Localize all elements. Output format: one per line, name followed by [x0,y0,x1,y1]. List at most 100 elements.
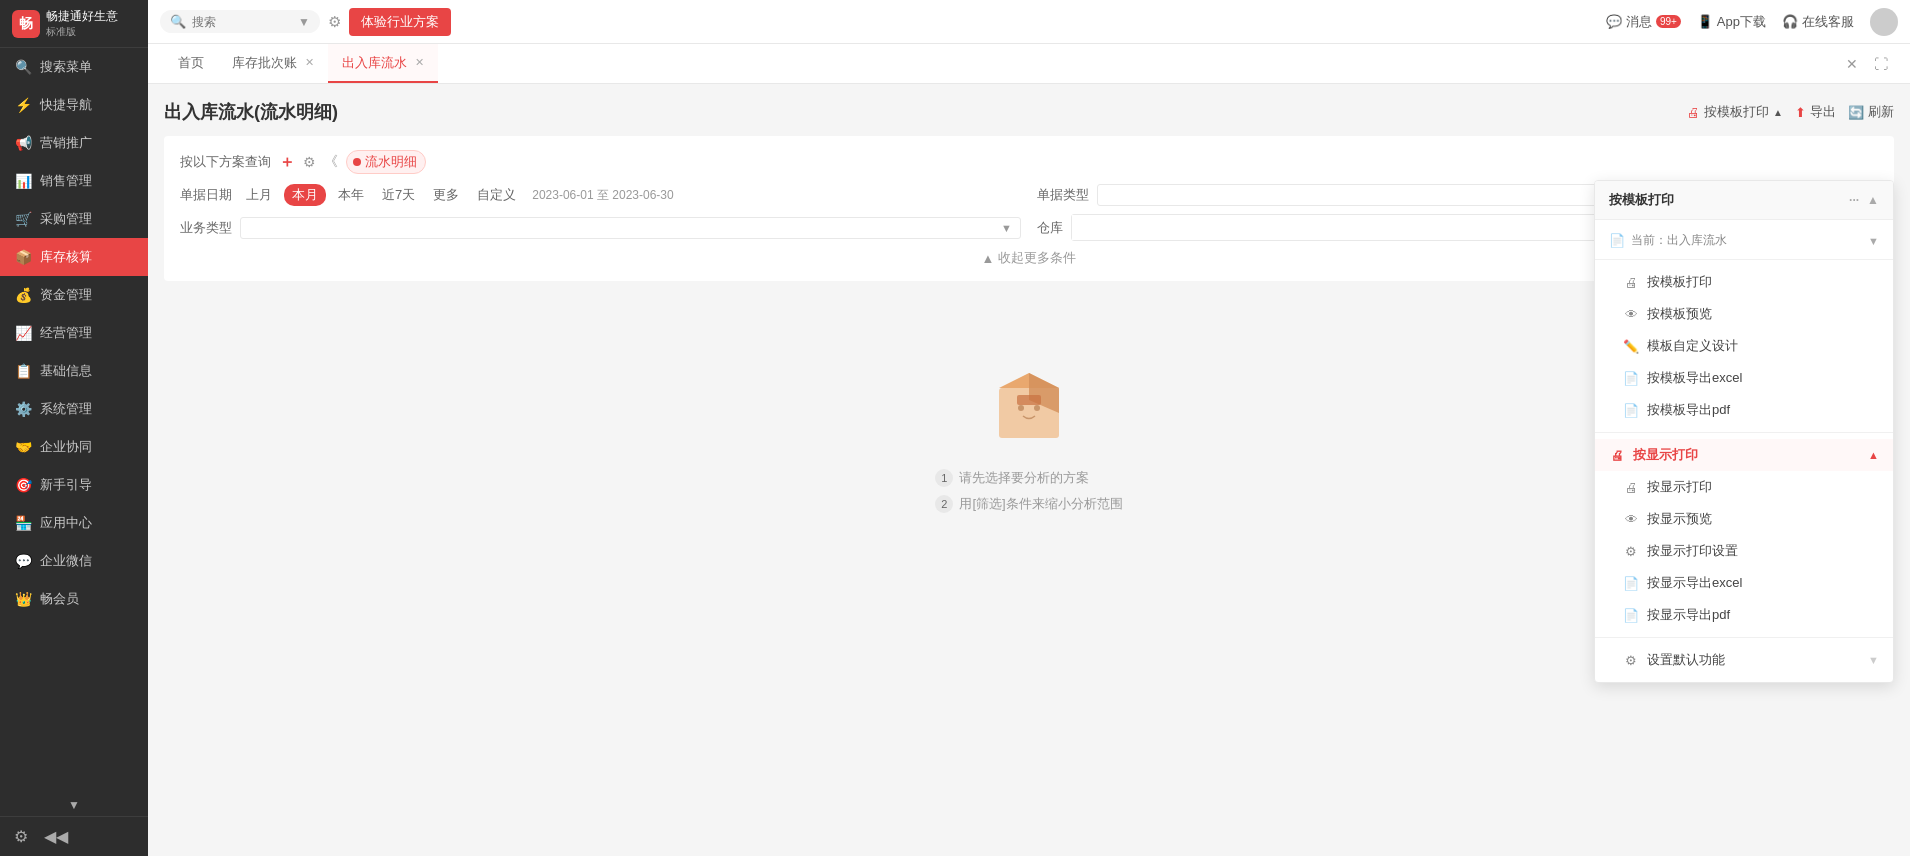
scroll-down-arrow[interactable]: ▼ [68,798,80,812]
sidebar-item-search[interactable]: 🔍 搜索菜单 [0,48,148,86]
tab-expand-icon[interactable]: ⛶ [1868,52,1894,76]
dropdown-more-icon[interactable]: ··· [1849,193,1859,207]
sidebar-item-inventory[interactable]: 📦 库存核算 [0,238,148,276]
filter-businesstype-label: 业务类型 [180,219,232,237]
dp-item-display-settings[interactable]: ⚙ 按显示打印设置 [1595,535,1893,567]
dp-item-set-default[interactable]: ⚙ 设置默认功能 ▼ [1595,644,1893,676]
svg-point-4 [1018,405,1024,411]
display-excel-icon: 📄 [1623,576,1639,591]
logo-text: 畅捷通好生意 标准版 [46,9,118,38]
topbar-search-input[interactable] [192,15,292,29]
tab-close-all-icon[interactable]: ✕ [1840,52,1864,76]
dp-item-display-print[interactable]: 🖨 按显示打印 [1595,471,1893,503]
print-label: 按模板打印 [1704,103,1769,121]
topbar-right: 💬 消息 99+ 📱 App下载 🎧 在线客服 [1606,8,1898,36]
print-button[interactable]: 🖨 按模板打印 ▲ [1687,103,1783,121]
tab-flow-close[interactable]: ✕ [415,56,424,69]
sidebar-item-wechat[interactable]: 💬 企业微信 [0,542,148,580]
sidebar-item-member[interactable]: 👑 畅会员 [0,580,148,618]
sidebar-item-marketing[interactable]: 📢 营销推广 [0,124,148,162]
messages-label: 消息 [1626,13,1652,31]
empty-icon [979,353,1079,453]
sidebar-label-inventory: 库存核算 [40,248,92,266]
filter-date-range: 2023-06-01 至 2023-06-30 [532,187,673,204]
dropdown-header-icons: ··· ▲ [1849,193,1879,207]
trial-button[interactable]: 体验行业方案 [349,8,451,36]
template-design-icon: ✏️ [1623,339,1639,354]
sidebar-item-operation[interactable]: 📈 经营管理 [0,314,148,352]
online-service-button[interactable]: 🎧 在线客服 [1782,13,1854,31]
display-print-icon: 🖨 [1623,480,1639,495]
dp-item-display-preview-label: 按显示预览 [1647,510,1879,528]
sidebar-item-basic[interactable]: 📋 基础信息 [0,352,148,390]
sidebar-label-quicknav: 快捷导航 [40,96,92,114]
tab-flow[interactable]: 出入库流水 ✕ [328,44,438,83]
messages-badge: 99+ [1656,15,1681,28]
filter-settings-icon[interactable]: ⚙ [303,154,316,170]
current-template-arrow[interactable]: ▼ [1868,235,1879,247]
dp-item-template-pdf[interactable]: 📄 按模板导出pdf [1595,394,1893,426]
filter-add-button[interactable]: ＋ [279,152,295,173]
tab-home[interactable]: 首页 [164,44,218,83]
tabs-bar: 首页 库存批次账 ✕ 出入库流水 ✕ ✕ ⛶ [148,44,1910,84]
dp-item-template-excel[interactable]: 📄 按模板导出excel [1595,362,1893,394]
filter-businesstype-select[interactable]: ▼ [240,217,1021,239]
collapse-btn-label: 收起更多条件 [998,249,1076,267]
settings-bottom-icon[interactable]: ⚙ [14,827,28,846]
sidebar-label-member: 畅会员 [40,590,79,608]
search-icon: 🔍 [14,58,32,76]
refresh-label: 刷新 [1868,103,1894,121]
date-opt-lastmonth[interactable]: 上月 [240,184,278,206]
topbar-gear-icon[interactable]: ⚙ [328,13,341,31]
dp-item-template-preview-label: 按模板预览 [1647,305,1879,323]
dp-item-display-excel[interactable]: 📄 按显示导出excel [1595,567,1893,599]
tab-home-label: 首页 [178,54,204,72]
dp-item-template-preview[interactable]: 👁 按模板预览 [1595,298,1893,330]
collapse-sidebar-icon[interactable]: ◀◀ [44,827,68,846]
dropdown-chevron-up-icon[interactable]: ▲ [1867,193,1879,207]
app-download-label: App下载 [1717,13,1766,31]
sidebar-item-newbie[interactable]: 🎯 新手引导 [0,466,148,504]
topbar-search-icon: 🔍 [170,14,186,29]
sidebar-item-purchase[interactable]: 🛒 采购管理 [0,200,148,238]
logo-icon: 畅 [12,10,40,38]
sidebar-item-coop[interactable]: 🤝 企业协同 [0,428,148,466]
template-icon: 📄 [1609,233,1625,248]
export-button[interactable]: ⬆ 导出 [1795,103,1836,121]
sidebar-label-sales: 销售管理 [40,172,92,190]
dp-item-template-excel-label: 按模板导出excel [1647,369,1879,387]
filter-businesstype-arrow: ▼ [1001,222,1012,234]
date-opt-thismonth[interactable]: 本月 [284,184,326,206]
marketing-icon: 📢 [14,134,32,152]
dp-item-template-design[interactable]: ✏️ 模板自定义设计 [1595,330,1893,362]
date-opt-7days[interactable]: 近7天 [376,184,421,206]
sidebar-item-quicknav[interactable]: ⚡ 快捷导航 [0,86,148,124]
filter-collapse-icon[interactable]: 《 [324,153,338,171]
date-opt-thisyear[interactable]: 本年 [332,184,370,206]
sidebar-item-sales[interactable]: 📊 销售管理 [0,162,148,200]
dp-item-display-pdf[interactable]: 📄 按显示导出pdf [1595,599,1893,631]
app-download-button[interactable]: 📱 App下载 [1697,13,1766,31]
date-opt-custom[interactable]: 自定义 [471,184,522,206]
filter-active-tag[interactable]: 流水明细 [346,150,426,174]
dp-display-group-header[interactable]: 🖨 按显示打印 ▲ [1595,439,1893,471]
tab-flow-label: 出入库流水 [342,54,407,72]
dp-item-template-print[interactable]: 🖨 按模板打印 [1595,266,1893,298]
sidebar-item-appstore[interactable]: 🏪 应用中心 [0,504,148,542]
filter-warehouse-label: 仓库 [1037,219,1063,237]
user-avatar[interactable] [1870,8,1898,36]
app-download-icon: 📱 [1697,14,1713,29]
sidebar-item-system[interactable]: ⚙️ 系统管理 [0,390,148,428]
dp-item-display-preview[interactable]: 👁 按显示预览 [1595,503,1893,535]
tab-batch[interactable]: 库存批次账 ✕ [218,44,328,83]
sidebar-label-newbie: 新手引导 [40,476,92,494]
topbar-search-chevron[interactable]: ▼ [298,15,310,29]
dp-item-display-excel-label: 按显示导出excel [1647,574,1879,592]
template-print-icon: 🖨 [1623,275,1639,290]
sidebar-item-finance[interactable]: 💰 资金管理 [0,276,148,314]
appstore-icon: 🏪 [14,514,32,532]
tab-batch-close[interactable]: ✕ [305,56,314,69]
refresh-button[interactable]: 🔄 刷新 [1848,103,1894,121]
messages-button[interactable]: 💬 消息 99+ [1606,13,1681,31]
date-opt-more[interactable]: 更多 [427,184,465,206]
